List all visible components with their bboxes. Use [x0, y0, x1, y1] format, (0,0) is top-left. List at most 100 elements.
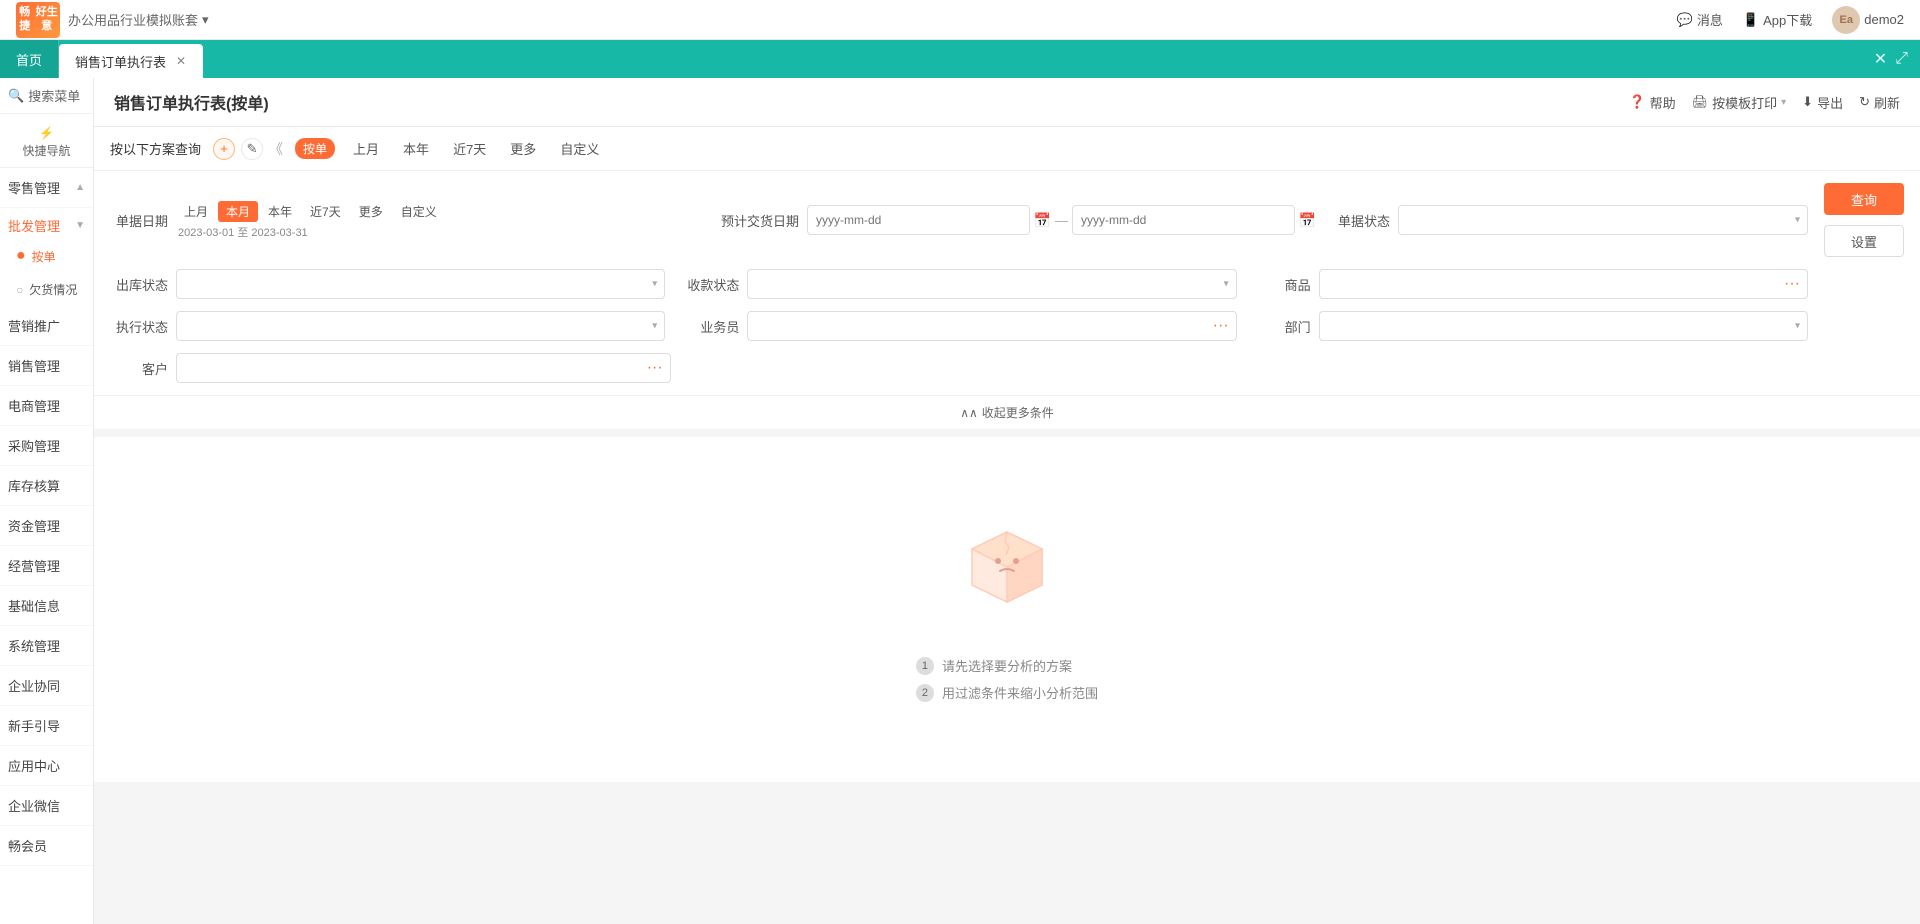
refresh-btn[interactable]: ↻ 刷新: [1859, 93, 1900, 112]
date-end-calendar-icon[interactable]: 📅: [1299, 212, 1316, 229]
date-opt-this-month[interactable]: 本月: [218, 201, 258, 222]
logo-text-line1: 畅捷: [16, 6, 34, 32]
scheme-tag-lastmonth[interactable]: 上月: [347, 137, 385, 160]
sidebar-item-system[interactable]: 系统管理: [0, 626, 93, 666]
date-opt-last7[interactable]: 近7天: [302, 201, 349, 222]
doc-date-to: 至: [237, 227, 251, 239]
date-opt-more[interactable]: 更多: [351, 201, 391, 222]
delivery-date-end-input[interactable]: [1072, 205, 1295, 235]
tab-sales-exec[interactable]: 销售订单执行表 ✕: [59, 44, 203, 78]
scheme-collapse-icon[interactable]: 《: [269, 139, 283, 159]
collapse-bar[interactable]: ∧∧ 收起更多条件: [94, 395, 1920, 429]
tab-close-all-icon[interactable]: ✕: [1874, 49, 1887, 69]
filter-rows: 单据日期 上月 本月 本年 近7天 更多 自定义 2023-: [94, 171, 1920, 383]
tab-home[interactable]: 首页: [0, 40, 59, 78]
export-btn[interactable]: ⬇ 导出: [1802, 93, 1843, 112]
date-options: 上月 本月 本年 近7天 更多 自定义: [176, 201, 445, 222]
sidebar-item-appstore[interactable]: 应用中心: [0, 746, 93, 786]
sidebar-quick-nav-section: ⚡ 快捷导航: [0, 114, 93, 168]
avatar: Ea: [1832, 6, 1860, 34]
sidebar-search[interactable]: 🔍 搜索菜单: [0, 78, 93, 114]
product-ellipsis-icon[interactable]: ···: [1780, 275, 1804, 293]
sidebar-item-enterprise[interactable]: 企业协同: [0, 666, 93, 706]
message-icon: 💬: [1677, 12, 1693, 28]
logo-text-line2: 好生意: [34, 6, 60, 32]
sidebar-sub-item-order[interactable]: ● 按单: [0, 239, 93, 273]
user-name: demo2: [1864, 12, 1904, 27]
scheme-tag-order[interactable]: 按单: [295, 138, 335, 159]
sidebar-item-sales-mgmt[interactable]: 销售管理: [0, 346, 93, 386]
customer-ellipsis-icon[interactable]: ···: [643, 359, 667, 377]
scheme-tag-thisyear[interactable]: 本年: [397, 137, 435, 160]
exec-status-select[interactable]: [176, 311, 665, 341]
scheme-add-btn[interactable]: +: [213, 138, 235, 160]
scheme-tag-custom[interactable]: 自定义: [554, 137, 605, 160]
sidebar-item-finance[interactable]: 资金管理: [0, 506, 93, 546]
empty-tips: 1 请先选择要分析的方案 2 用过滤条件来缩小分析范围: [916, 656, 1098, 702]
app-download-item[interactable]: 📱 App下载: [1743, 10, 1812, 29]
sidebar-item-wechat[interactable]: 企业微信: [0, 786, 93, 826]
tip-text-2: 用过滤条件来缩小分析范围: [942, 683, 1098, 702]
scheme-edit-btn[interactable]: ✎: [241, 138, 263, 160]
top-header: 畅捷 好生意 办公用品行业模拟账套 ▾ 💬 消息 📱 App下载 Ea demo…: [0, 0, 1920, 40]
template-print-btn[interactable]: 🖨 按模板打印 ▾: [1692, 93, 1787, 112]
salesperson-ellipsis-icon[interactable]: ···: [1209, 317, 1233, 335]
date-opt-last-month[interactable]: 上月: [176, 201, 216, 222]
order-dot-icon: ●: [16, 247, 26, 265]
delivery-date-start-input[interactable]: [807, 205, 1030, 235]
app-download-icon: 📱: [1743, 12, 1759, 28]
sidebar-quick-nav[interactable]: ⚡ 快捷导航: [0, 120, 93, 165]
salesperson-input[interactable]: [747, 311, 1236, 341]
sidebar-item-member[interactable]: 畅会员: [0, 826, 93, 866]
sidebar-item-ecommerce[interactable]: 电商管理: [0, 386, 93, 426]
tab-maximize-icon[interactable]: ⤢: [1895, 50, 1908, 68]
product-input[interactable]: [1319, 269, 1808, 299]
breadcrumb-arrow-icon[interactable]: ▾: [202, 12, 209, 28]
sidebar-item-wholesale[interactable]: 批发管理 ▼: [0, 208, 93, 239]
sidebar-sub-item-debt[interactable]: ○ 欠货情况: [0, 273, 93, 306]
help-btn[interactable]: ❓ 帮助: [1629, 93, 1675, 112]
tab-close-icon[interactable]: ✕: [176, 54, 186, 68]
sidebar-item-inventory[interactable]: 库存核算: [0, 466, 93, 506]
content-area: 销售订单执行表(按单) ❓ 帮助 🖨 按模板打印 ▾ ⬇ 导出 ↻ 刷新: [94, 78, 1920, 924]
date-start-calendar-icon[interactable]: 📅: [1034, 212, 1051, 229]
filter-item-product: 商品 ···: [1253, 269, 1808, 299]
sidebar: 🔍 搜索菜单 ⚡ 快捷导航 零售管理 ▲ 批发管理 ▼ ● 按单 ○: [0, 78, 94, 924]
department-select[interactable]: [1319, 311, 1808, 341]
search-button[interactable]: 查询: [1824, 183, 1904, 215]
sidebar-item-operations[interactable]: 经营管理: [0, 546, 93, 586]
sidebar-item-member-label: 畅会员: [8, 836, 47, 855]
print-arrow-icon: ▾: [1781, 97, 1786, 108]
outbound-select[interactable]: [176, 269, 665, 299]
sidebar-item-enterprise-label: 企业协同: [8, 676, 60, 695]
date-opt-custom[interactable]: 自定义: [393, 201, 445, 222]
date-range-separator: —: [1055, 213, 1068, 228]
filter-item-salesperson: 业务员 ···: [681, 311, 1236, 341]
scheme-tag-last7[interactable]: 近7天: [447, 137, 492, 160]
date-opt-this-year[interactable]: 本年: [260, 201, 300, 222]
user-item[interactable]: Ea demo2: [1832, 6, 1904, 34]
customer-input[interactable]: [176, 353, 671, 383]
empty-tip-1: 1 请先选择要分析的方案: [916, 656, 1098, 675]
retail-arrow-icon: ▲: [75, 182, 85, 193]
payment-label: 收款状态: [681, 275, 739, 294]
settings-button[interactable]: 设置: [1824, 225, 1904, 257]
message-item[interactable]: 💬 消息: [1677, 10, 1723, 29]
sidebar-sub-item-debt-label: 欠货情况: [29, 281, 77, 298]
message-label: 消息: [1697, 10, 1723, 29]
filter-item-customer: 客户 ···: [110, 353, 671, 383]
sidebar-item-basic[interactable]: 基础信息: [0, 586, 93, 626]
exec-status-select-wrapper: ▾: [176, 311, 665, 341]
payment-select[interactable]: [747, 269, 1236, 299]
scheme-tag-more[interactable]: 更多: [504, 137, 542, 160]
doc-status-select-wrapper: ▾: [1398, 205, 1808, 235]
page-title: 销售订单执行表(按单): [114, 90, 269, 126]
sidebar-item-guide[interactable]: 新手引导: [0, 706, 93, 746]
doc-date-label: 单据日期: [110, 211, 168, 230]
sidebar-item-purchase[interactable]: 采购管理: [0, 426, 93, 466]
sidebar-item-marketing[interactable]: 营销推广: [0, 306, 93, 346]
collapse-up-icon: ∧∧: [960, 406, 978, 420]
sidebar-item-retail[interactable]: 零售管理 ▲: [0, 168, 93, 208]
doc-status-select[interactable]: [1398, 205, 1808, 235]
delivery-date-label: 预计交货日期: [721, 211, 799, 230]
